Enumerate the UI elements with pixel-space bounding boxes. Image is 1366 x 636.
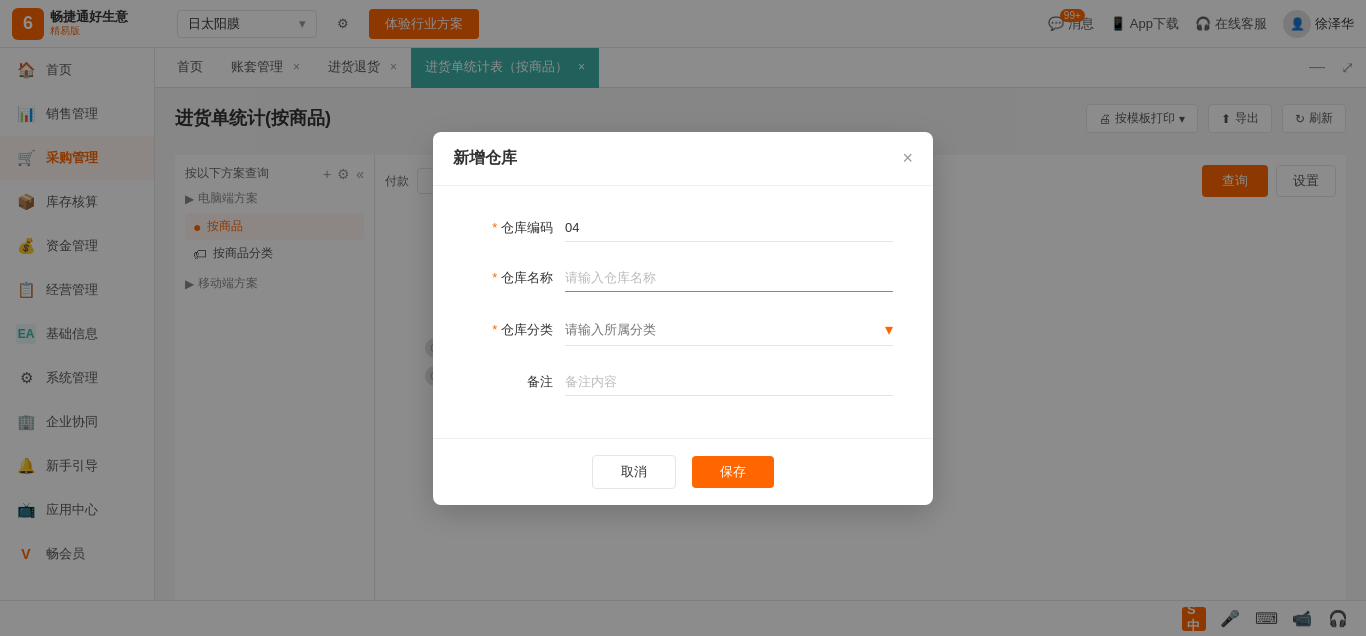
modal-footer: 取消 保存 — [433, 438, 933, 505]
save-button[interactable]: 保存 — [692, 456, 774, 488]
modal-body: 仓库编码 仓库名称 仓库分类 ▾ 备注 — [433, 186, 933, 438]
category-label: 仓库分类 — [473, 321, 553, 339]
name-label: 仓库名称 — [473, 269, 553, 287]
modal-overlay[interactable]: 新增仓库 × 仓库编码 仓库名称 仓库分类 ▾ — [0, 0, 1366, 636]
remark-input[interactable] — [565, 368, 893, 396]
cancel-button[interactable]: 取消 — [592, 455, 676, 489]
form-row-code: 仓库编码 — [473, 214, 893, 242]
form-row-name: 仓库名称 — [473, 264, 893, 292]
category-input[interactable] — [565, 322, 885, 337]
new-warehouse-modal: 新增仓库 × 仓库编码 仓库名称 仓库分类 ▾ — [433, 132, 933, 505]
remark-label: 备注 — [473, 373, 553, 391]
form-row-remark: 备注 — [473, 368, 893, 396]
name-input[interactable] — [565, 264, 893, 292]
modal-header: 新增仓库 × — [433, 132, 933, 186]
form-row-category: 仓库分类 ▾ — [473, 314, 893, 346]
category-chevron-icon[interactable]: ▾ — [885, 320, 893, 339]
modal-close-button[interactable]: × — [902, 148, 913, 169]
category-select-wrap: ▾ — [565, 314, 893, 346]
code-label: 仓库编码 — [473, 219, 553, 237]
code-input[interactable] — [565, 214, 893, 242]
modal-title: 新增仓库 — [453, 148, 517, 169]
